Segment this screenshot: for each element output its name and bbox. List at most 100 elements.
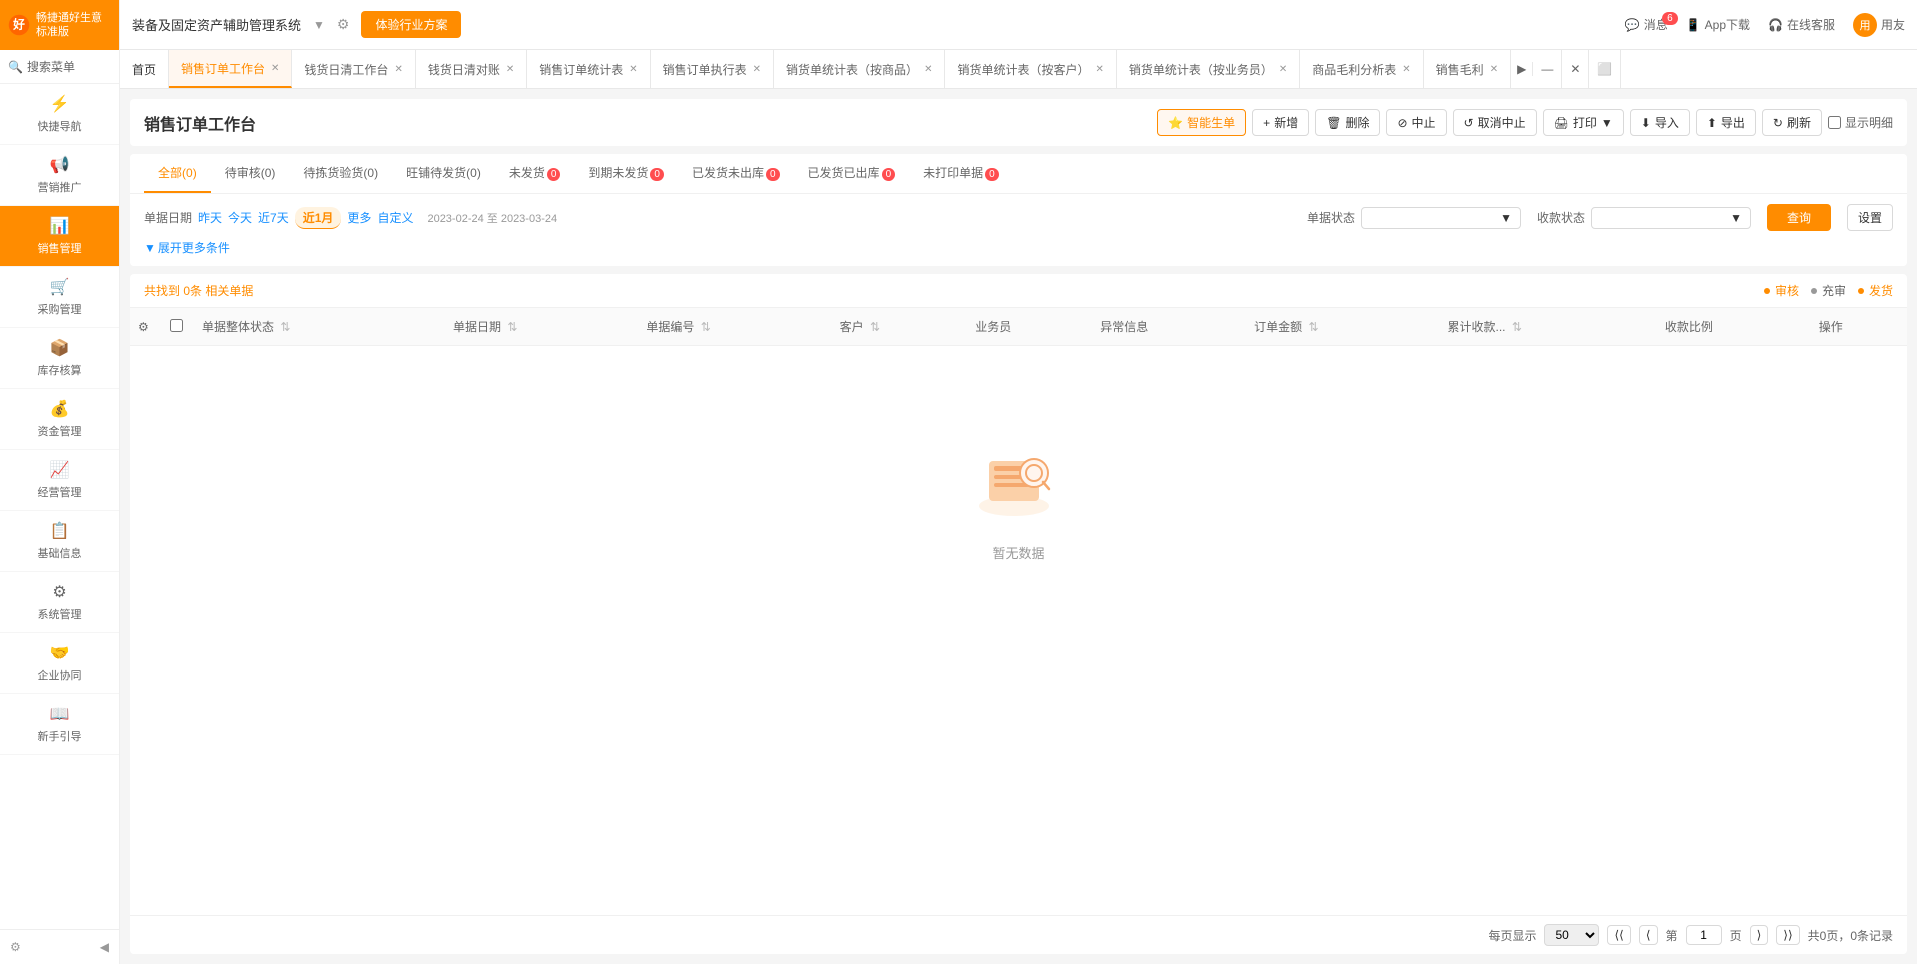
topbar-settings-icon[interactable]: ⚙ — [337, 16, 350, 33]
per-page-select[interactable]: 50 100 200 — [1544, 924, 1599, 946]
tab-sales-order[interactable]: 销售订单工作台 ✕ — [169, 50, 292, 88]
tab-sales-exec-close[interactable]: ✕ — [753, 64, 761, 75]
topbar-dropdown-icon[interactable]: ▼ — [313, 18, 325, 32]
date-option-1month[interactable]: 近1月 — [295, 207, 342, 229]
date-option-custom[interactable]: 自定义 — [377, 209, 413, 226]
th-doc-status[interactable]: 单据整体状态 ⇅ — [194, 308, 445, 346]
sub-tab-wangpu-ship[interactable]: 旺铺待发货(0) — [392, 154, 495, 193]
tab-sales-stat-staff-close[interactable]: ✕ — [1279, 64, 1287, 75]
date-option-more[interactable]: 更多 — [347, 209, 371, 226]
sub-tab-pending-check[interactable]: 待拣货验货(0) — [289, 154, 392, 193]
tab-cash-account[interactable]: 钱货日清对账 ✕ — [416, 50, 527, 88]
date-option-7days[interactable]: 近7天 — [258, 209, 289, 226]
tab-cash-daily[interactable]: 钱货日清工作台 ✕ — [292, 50, 415, 88]
import-button[interactable]: ⬇ 导入 — [1630, 109, 1690, 136]
tab-sales-stat-customer[interactable]: 销货单统计表（按客户） ✕ — [945, 50, 1116, 88]
set-button[interactable]: 设置 — [1847, 204, 1893, 231]
show-detail-checkbox[interactable] — [1828, 116, 1841, 129]
prev-page-btn[interactable]: ⟨ — [1639, 925, 1658, 945]
th-settings[interactable]: ⚙ — [130, 308, 162, 346]
tab-sales-stat-customer-close[interactable]: ✕ — [1095, 64, 1103, 75]
dot-orange-2 — [1858, 288, 1864, 294]
refresh-button[interactable]: ↻ 刷新 — [1762, 109, 1822, 136]
th-customer[interactable]: 客户 ⇅ — [832, 308, 968, 346]
cancel-review-btn[interactable]: 充审 — [1811, 282, 1846, 299]
sidebar-item-operations[interactable]: 📈 经营管理 — [0, 450, 119, 511]
tab-sales-exec-label: 销售订单执行表 — [663, 61, 747, 78]
sidebar-search[interactable]: 🔍 搜索菜单 — [0, 50, 119, 84]
th-ratio[interactable]: 收款比例 — [1657, 308, 1811, 346]
sidebar-item-quick-nav[interactable]: ⚡ 快捷导航 — [0, 84, 119, 145]
cancel-stop-button[interactable]: ↺ 取消中止 — [1453, 109, 1537, 136]
tab-sales-profit-close[interactable]: ✕ — [1490, 64, 1498, 75]
sidebar-item-sales[interactable]: 📊 销售管理 — [0, 206, 119, 267]
sub-tab-not-printed[interactable]: 未打印单据0 — [909, 154, 1013, 193]
select-all-checkbox[interactable] — [170, 319, 183, 332]
tab-sales-stat-close[interactable]: ✕ — [629, 64, 637, 75]
th-abnormal[interactable]: 异常信息 — [1092, 308, 1246, 346]
page-number-input[interactable] — [1686, 925, 1722, 945]
user-item[interactable]: 用 用友 — [1853, 13, 1905, 37]
th-doc-no[interactable]: 单据编号 ⇅ — [638, 308, 831, 346]
online-service-item[interactable]: 🎧 在线客服 — [1768, 16, 1835, 33]
tab-sales-stat-staff[interactable]: 销货单统计表（按业务员） ✕ — [1117, 50, 1300, 88]
tab-close-all-btn[interactable]: ✕ — [1562, 50, 1589, 88]
tab-product-margin[interactable]: 商品毛利分析表 ✕ — [1300, 50, 1423, 88]
tab-sales-profit[interactable]: 销售毛利 ✕ — [1424, 50, 1511, 88]
sub-tab-all[interactable]: 全部(0) — [144, 154, 211, 193]
tab-sales-order-close[interactable]: ✕ — [271, 63, 279, 74]
tab-product-margin-close[interactable]: ✕ — [1402, 64, 1410, 75]
th-checkbox[interactable] — [162, 308, 194, 346]
delete-button[interactable]: 🗑 删除 — [1315, 109, 1380, 136]
export-button[interactable]: ⬆ 导出 — [1696, 109, 1756, 136]
tabs-overflow-btn[interactable]: ▶ — [1511, 62, 1533, 76]
sidebar-item-finance[interactable]: 💰 资金管理 — [0, 389, 119, 450]
sidebar-item-inventory[interactable]: 📦 库存核算 — [0, 328, 119, 389]
tab-sales-exec[interactable]: 销售订单执行表 ✕ — [651, 50, 774, 88]
last-page-btn[interactable]: ⟩⟩ — [1776, 925, 1799, 945]
th-amount[interactable]: 订单金额 ⇅ — [1246, 308, 1439, 346]
message-item[interactable]: 💬 6 消息 — [1625, 16, 1668, 33]
tab-sales-stat-product[interactable]: 销货单统计表（按商品） ✕ — [774, 50, 945, 88]
app-download-item[interactable]: 📱 App下载 — [1686, 16, 1750, 33]
review-btn[interactable]: 审核 — [1764, 282, 1799, 299]
sub-tab-shipped-not-out[interactable]: 已发货未出库0 — [678, 154, 794, 193]
th-doc-date[interactable]: 单据日期 ⇅ — [445, 308, 638, 346]
tab-maximize-btn[interactable]: ⬜ — [1589, 50, 1621, 88]
tab-minimize-btn[interactable]: — — [1533, 50, 1562, 88]
query-button[interactable]: 查询 — [1767, 204, 1831, 231]
tab-cash-daily-close[interactable]: ✕ — [394, 64, 402, 75]
tab-sales-stat[interactable]: 销售订单统计表 ✕ — [527, 50, 650, 88]
sub-tab-shipped-out[interactable]: 已发货已出库0 — [794, 154, 910, 193]
sidebar-collapse-icon[interactable]: ◀ — [100, 940, 109, 954]
sidebar-item-basic-info[interactable]: 📋 基础信息 — [0, 511, 119, 572]
sidebar-item-marketing[interactable]: 📢 营销推广 — [0, 145, 119, 206]
next-page-btn[interactable]: ⟩ — [1750, 925, 1769, 945]
sidebar-item-system[interactable]: ⚙ 系统管理 — [0, 572, 119, 633]
sidebar-item-enterprise[interactable]: 🤝 企业协同 — [0, 633, 119, 694]
payment-filter-select[interactable]: ▼ — [1591, 207, 1751, 229]
tab-home[interactable]: 首页 — [120, 50, 169, 88]
status-filter-select[interactable]: ▼ — [1361, 207, 1521, 229]
print-button[interactable]: 🖨 打印 ▼ — [1543, 109, 1624, 136]
sidebar-item-purchase[interactable]: 🛒 采购管理 — [0, 267, 119, 328]
tab-sales-stat-product-close[interactable]: ✕ — [924, 64, 932, 75]
smart-create-button[interactable]: ⭐ 智能生单 — [1157, 109, 1246, 136]
tab-cash-account-close[interactable]: ✕ — [506, 64, 514, 75]
first-page-btn[interactable]: ⟨⟨ — [1607, 925, 1630, 945]
sidebar-settings-icon[interactable]: ⚙ — [10, 940, 21, 954]
date-option-yesterday[interactable]: 昨天 — [198, 209, 222, 226]
sub-tab-overdue-ship[interactable]: 到期未发货0 — [574, 154, 678, 193]
sub-tab-pending-review[interactable]: 待审核(0) — [211, 154, 290, 193]
show-detail-checkbox-label[interactable]: 显示明细 — [1828, 114, 1893, 131]
stop-button[interactable]: ⊘ 中止 — [1386, 109, 1446, 136]
date-option-today[interactable]: 今天 — [228, 209, 252, 226]
th-collected[interactable]: 累计收款... ⇅ — [1439, 308, 1656, 346]
th-staff[interactable]: 业务员 — [967, 308, 1092, 346]
sidebar-item-guide[interactable]: 📖 新手引导 — [0, 694, 119, 755]
add-button[interactable]: + 新增 — [1252, 109, 1309, 136]
expand-filter-btn[interactable]: ▼ 展开更多条件 — [144, 239, 1893, 256]
ship-btn[interactable]: 发货 — [1858, 282, 1893, 299]
sub-tab-not-shipped[interactable]: 未发货0 — [495, 154, 575, 193]
solution-button[interactable]: 体验行业方案 — [361, 11, 461, 38]
